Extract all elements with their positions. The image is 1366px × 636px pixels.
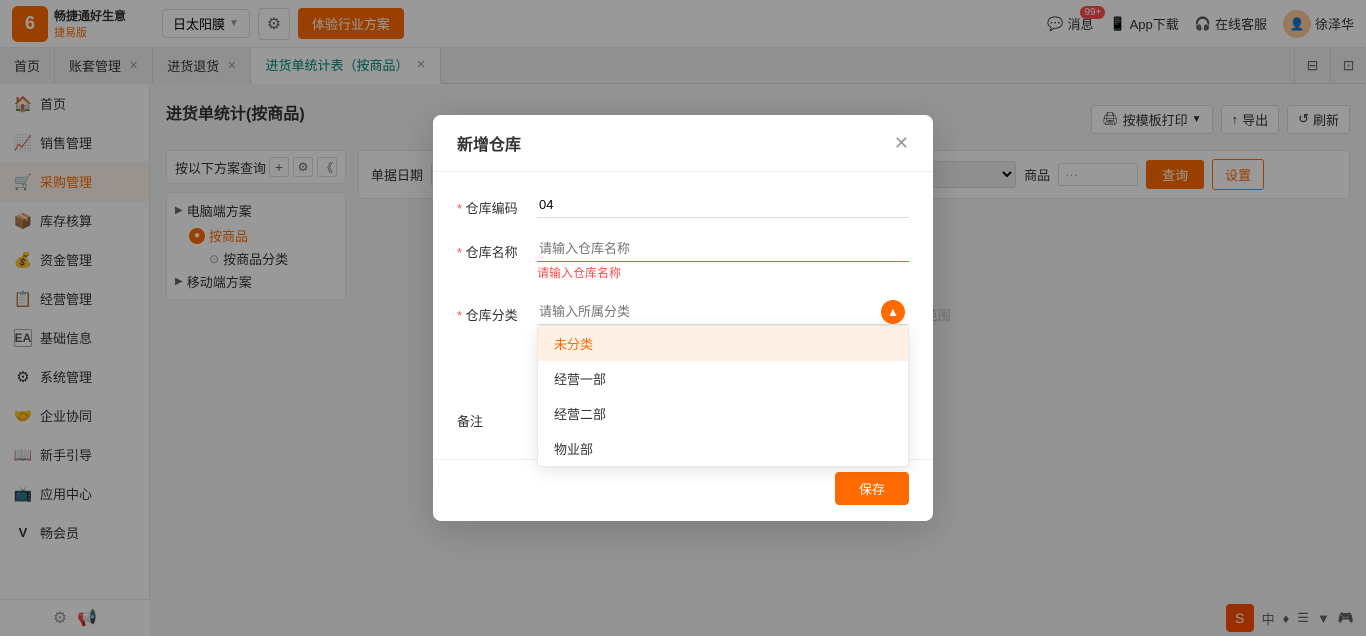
modal-body: 仓库编码 仓库名称 请输入仓库名称 仓库分类 ▲ [433,172,933,459]
category-label: 仓库分类 [457,299,537,324]
save-button[interactable]: 保存 [835,472,909,505]
modal-overlay: 新增仓库 ✕ 仓库编码 仓库名称 请输入仓库名称 仓库分类 [0,0,1366,636]
warehouse-code-input[interactable] [537,192,909,218]
modal-header: 新增仓库 ✕ [433,115,933,172]
form-row-code: 仓库编码 [457,192,909,218]
name-field: 请输入仓库名称 [537,236,909,281]
category-dropdown: 未分类 经营一部 经营二部 物业部 [537,325,909,467]
dropdown-item-dept1[interactable]: 经营一部 [538,361,908,396]
new-warehouse-modal: 新增仓库 ✕ 仓库编码 仓库名称 请输入仓库名称 仓库分类 [433,115,933,521]
modal-title: 新增仓库 [457,131,521,155]
name-error-msg: 请输入仓库名称 [537,264,909,281]
note-label: 备注 [457,405,537,430]
name-label: 仓库名称 [457,236,537,261]
modal-close-button[interactable]: ✕ [894,134,909,152]
form-row-category: 仓库分类 ▲ 未分类 经营一部 经营二部 物业部 [457,299,909,325]
dropdown-item-property[interactable]: 物业部 [538,431,908,466]
code-label: 仓库编码 [457,192,537,217]
dropdown-item-uncategorized[interactable]: 未分类 [538,326,908,361]
code-field [537,192,909,218]
category-field: ▲ 未分类 经营一部 经营二部 物业部 [537,299,909,325]
modal-footer: 保存 [433,459,933,521]
form-row-name: 仓库名称 请输入仓库名称 [457,236,909,281]
dropdown-item-dept2[interactable]: 经营二部 [538,396,908,431]
warehouse-name-input[interactable] [537,236,909,262]
category-input[interactable] [537,299,909,325]
category-dropdown-arrow[interactable]: ▲ [881,300,905,324]
